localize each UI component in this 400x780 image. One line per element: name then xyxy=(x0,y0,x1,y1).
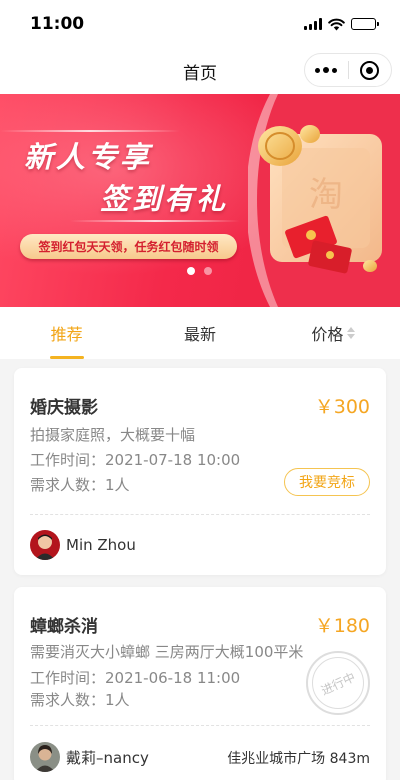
tab-label: 最新 xyxy=(183,325,216,344)
status-stamp: 进行中 xyxy=(306,651,370,715)
filter-tabs: 推荐 最新 价格 xyxy=(0,307,400,359)
carousel-dot-active[interactable] xyxy=(187,267,195,275)
more-dots-icon[interactable] xyxy=(305,67,348,73)
tab-label: 推荐 xyxy=(50,325,83,344)
task-description: 需要消灭大小蟑螂 三房两厅大概100平米 xyxy=(30,643,304,661)
banner-line xyxy=(0,130,180,132)
card-divider xyxy=(30,514,370,515)
task-work-time: 工作时间：2021-06-18 11:00 xyxy=(30,669,241,687)
task-work-time: 工作时间：2021-07-18 10:00 xyxy=(30,451,241,469)
task-headcount: 需求人数：1人 xyxy=(30,476,130,494)
task-price: ￥180 xyxy=(314,615,370,637)
task-location: 佳兆业城市广场 843m xyxy=(227,751,370,767)
banner-pill: 签到红包天天领，任务红包随时领 xyxy=(20,234,237,259)
task-publisher[interactable]: 戴莉–nancy xyxy=(30,742,149,772)
tab-recommend[interactable]: 推荐 xyxy=(0,307,133,359)
status-time: 11:00 xyxy=(30,14,85,34)
page-title: 首页 xyxy=(183,63,217,84)
task-description: 拍摄家庭照，大概要十幅 xyxy=(30,426,196,444)
task-title: 婚庆摄影 xyxy=(30,398,98,418)
task-price: ￥300 xyxy=(314,396,370,418)
nav-bar: 首页 xyxy=(0,48,400,94)
publisher-name: Min Zhou xyxy=(66,536,136,554)
battery-icon xyxy=(351,18,379,30)
banner-title-line2: 签到有礼 xyxy=(100,182,229,216)
publisher-name: 戴莉–nancy xyxy=(66,748,149,767)
task-card[interactable]: 蟑螂杀消 ￥180 需要消灭大小蟑螂 三房两厅大概100平米 工作时间：2021… xyxy=(14,587,386,780)
tab-label: 价格 xyxy=(311,325,344,344)
banner-line xyxy=(70,220,240,222)
banner-title-line1: 新人专享 xyxy=(24,140,153,174)
mini-program-capsule xyxy=(304,53,392,87)
task-title: 蟑螂杀消 xyxy=(30,617,98,637)
bid-button[interactable]: 我要竞标 xyxy=(284,468,370,496)
task-publisher[interactable]: Min Zhou xyxy=(30,530,136,560)
signal-icon xyxy=(304,18,322,30)
svg-text:淘: 淘 xyxy=(309,175,343,215)
tab-latest[interactable]: 最新 xyxy=(133,307,266,359)
avatar xyxy=(30,530,60,560)
gift-box-illustration: 淘 xyxy=(248,94,400,307)
card-divider xyxy=(30,725,370,726)
tab-price[interactable]: 价格 xyxy=(267,307,400,359)
carousel-dots xyxy=(187,267,212,275)
target-icon[interactable] xyxy=(348,60,391,80)
task-card[interactable]: 婚庆摄影 ￥300 拍摄家庭照，大概要十幅 工作时间：2021-07-18 10… xyxy=(14,368,386,575)
carousel-dot[interactable] xyxy=(204,267,212,275)
wifi-icon xyxy=(328,18,345,30)
sort-icon xyxy=(347,327,356,339)
status-stamp-text: 进行中 xyxy=(318,669,358,698)
task-headcount: 需求人数：1人 xyxy=(30,691,130,709)
promo-banner[interactable]: 新人专享 签到有礼 签到红包天天领，任务红包随时领 淘 xyxy=(0,94,400,307)
status-bar: 11:00 xyxy=(0,0,400,48)
status-icons xyxy=(304,18,379,31)
avatar xyxy=(30,742,60,772)
